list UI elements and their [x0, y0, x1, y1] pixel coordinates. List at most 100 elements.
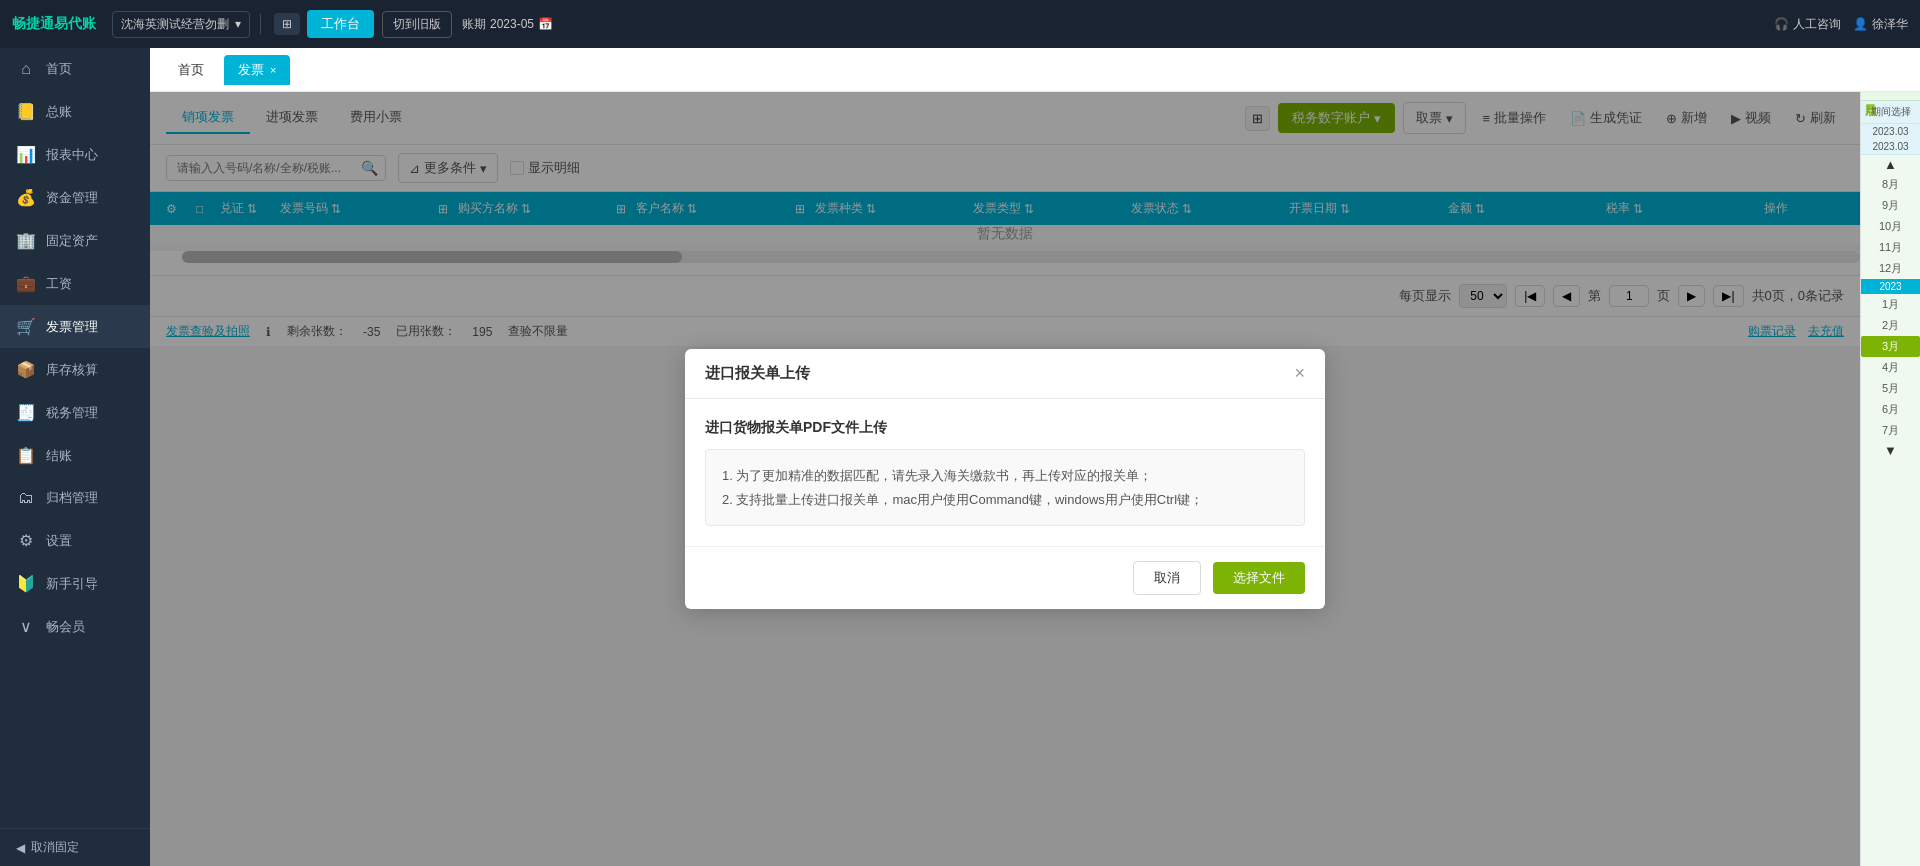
period-2023-03-first[interactable]: 2023.03 — [1861, 124, 1920, 139]
period-scroll-down[interactable]: ▼ — [1861, 441, 1920, 460]
period-7[interactable]: 7月 — [1861, 420, 1920, 441]
sidebar-label-member: 畅会员 — [46, 618, 85, 636]
sidebar-item-invoice[interactable]: 🛒 发票管理 — [0, 305, 150, 348]
settings-icon: ⚙ — [16, 531, 36, 550]
main-content: 销项发票 进项发票 费用小票 ⊞ 税务数字账户 ▾ — [150, 92, 1860, 866]
right-panel: 开启日期 期间选择 2023.03 2023.03 ▲ 8月 9月 10月 11… — [1860, 92, 1920, 866]
sidebar-item-inventory[interactable]: 📦 库存核算 — [0, 348, 150, 391]
sidebar-label-settle: 结账 — [46, 447, 72, 465]
tax-icon: 🧾 — [16, 403, 36, 422]
reports-icon: 📊 — [16, 145, 36, 164]
guide-icon: 🔰 — [16, 574, 36, 593]
period-2[interactable]: 2月 — [1861, 315, 1920, 336]
tab-home[interactable]: 首页 — [166, 53, 216, 87]
company-selector[interactable]: 沈海英测试经营勿删 ▾ — [112, 11, 250, 38]
member-icon: ∨ — [16, 617, 36, 636]
dialog-info-box: 1. 为了更加精准的数据匹配，请先录入海关缴款书，再上传对应的报关单； 2. 支… — [705, 449, 1305, 526]
dialog-body: 进口货物报关单PDF文件上传 1. 为了更加精准的数据匹配，请先录入海关缴款书，… — [685, 399, 1325, 546]
dialog-cancel-button[interactable]: 取消 — [1133, 561, 1201, 595]
period-9[interactable]: 9月 — [1861, 195, 1920, 216]
period-12[interactable]: 12月 — [1861, 258, 1920, 279]
period-label: 账期 — [462, 16, 486, 33]
tab-invoice-label: 发票 — [238, 61, 264, 79]
cancel-fixed-button[interactable]: ◀ 取消固定 — [0, 829, 150, 866]
top-bar: 畅捷通易代账 沈海英测试经营勿删 ▾ ⊞ 工作台 切到旧版 账期 2023-05… — [0, 0, 1920, 48]
period-10[interactable]: 10月 — [1861, 216, 1920, 237]
period-6[interactable]: 6月 — [1861, 399, 1920, 420]
home-icon: ⌂ — [16, 60, 36, 78]
sidebar-item-payroll[interactable]: 💼 工资 — [0, 262, 150, 305]
sidebar-item-tax[interactable]: 🧾 税务管理 — [0, 391, 150, 434]
period-year-2023: 2023 — [1861, 279, 1920, 294]
dialog-info-item-2: 2. 支持批量上传进口报关单，mac用户使用Command键，windows用户… — [722, 488, 1288, 511]
invoice-icon: 🛒 — [16, 317, 36, 336]
sidebar-label-funds: 资金管理 — [46, 189, 98, 207]
sidebar-label-assets: 固定资产 — [46, 232, 98, 250]
sidebar: ⌂ 首页 📒 总账 📊 报表中心 💰 资金管理 🏢 固定资产 💼 工资 — [0, 48, 150, 866]
dialog-title: 进口报关单上传 — [705, 364, 810, 383]
sidebar-item-funds[interactable]: 💰 资金管理 — [0, 176, 150, 219]
page-content: 销项发票 进项发票 费用小票 ⊞ 税务数字账户 ▾ — [150, 92, 1920, 866]
sidebar-item-assets[interactable]: 🏢 固定资产 — [0, 219, 150, 262]
sidebar-label-reports: 报表中心 — [46, 146, 98, 164]
period-5[interactable]: 5月 — [1861, 378, 1920, 399]
dialog-select-file-button[interactable]: 选择文件 — [1213, 562, 1305, 594]
sidebar-label-ledger: 总账 — [46, 103, 72, 121]
inventory-icon: 📦 — [16, 360, 36, 379]
settle-icon: 📋 — [16, 446, 36, 465]
pin-icon: ◀ — [16, 841, 25, 855]
user-name: 徐泽华 — [1872, 16, 1908, 33]
sidebar-item-reports[interactable]: 📊 报表中心 — [0, 133, 150, 176]
sidebar-item-ledger[interactable]: 📒 总账 — [0, 90, 150, 133]
dialog-footer: 取消 选择文件 — [685, 546, 1325, 609]
dialog-info-item-1: 1. 为了更加精准的数据匹配，请先录入海关缴款书，再上传对应的报关单； — [722, 464, 1288, 487]
sidebar-label-invoice: 发票管理 — [46, 318, 98, 336]
sidebar-item-home[interactable]: ⌂ 首页 — [0, 48, 150, 90]
sidebar-item-settle[interactable]: 📋 结账 — [0, 434, 150, 477]
ledger-icon: 📒 — [16, 102, 36, 121]
assets-icon: 🏢 — [16, 231, 36, 250]
period-scroll-up[interactable]: ▲ — [1861, 155, 1920, 174]
calendar-icon[interactable]: 📅 — [538, 17, 553, 31]
sidebar-label-archive: 归档管理 — [46, 489, 98, 507]
sidebar-item-guide[interactable]: 🔰 新手引导 — [0, 562, 150, 605]
separator — [260, 14, 261, 34]
archive-icon: 🗂 — [16, 489, 36, 507]
chevron-down-icon: ▼ — [1884, 443, 1897, 458]
workspace-button[interactable]: 工作台 — [307, 10, 374, 38]
sidebar-label-home: 首页 — [46, 60, 72, 78]
dialog-section-title: 进口货物报关单PDF文件上传 — [705, 419, 1305, 437]
company-name: 沈海英测试经营勿删 — [121, 16, 229, 33]
period-11[interactable]: 11月 — [1861, 237, 1920, 258]
sidebar-label-guide: 新手引导 — [46, 575, 98, 593]
modal-overlay[interactable]: 进口报关单上传 × 进口货物报关单PDF文件上传 1. 为了更加精准的数据匹配，… — [150, 92, 1860, 866]
period-8[interactable]: 8月 — [1861, 174, 1920, 195]
sidebar-item-member[interactable]: ∨ 畅会员 — [0, 605, 150, 648]
service-button[interactable]: 🎧 人工咨询 — [1774, 16, 1841, 33]
sidebar-bottom: ◀ 取消固定 — [0, 828, 150, 866]
tab-bar: 首页 发票 × — [150, 48, 1920, 92]
cancel-fixed-label: 取消固定 — [31, 839, 79, 856]
dialog-header: 进口报关单上传 × — [685, 349, 1325, 399]
sidebar-item-settings[interactable]: ⚙ 设置 — [0, 519, 150, 562]
main-area: ⌂ 首页 📒 总账 📊 报表中心 💰 资金管理 🏢 固定资产 💼 工资 — [0, 48, 1920, 866]
period-1[interactable]: 1月 — [1861, 294, 1920, 315]
open-account-badge[interactable]: 开启日期 — [1861, 92, 1920, 101]
archive-icon-btn[interactable]: ⊞ — [274, 13, 300, 35]
sidebar-item-archive[interactable]: 🗂 归档管理 — [0, 477, 150, 519]
chevron-down-icon: ▾ — [235, 17, 241, 31]
switch-version-button[interactable]: 切到旧版 — [382, 11, 452, 38]
app-container: 畅捷通易代账 沈海英测试经营勿删 ▾ ⊞ 工作台 切到旧版 账期 2023-05… — [0, 0, 1920, 866]
period-4[interactable]: 4月 — [1861, 357, 1920, 378]
user-menu[interactable]: 👤 徐泽华 — [1853, 16, 1908, 33]
dialog-close-button[interactable]: × — [1294, 363, 1305, 384]
top-bar-right: 🎧 人工咨询 👤 徐泽华 — [1774, 16, 1908, 33]
period-3-active[interactable]: 3月 — [1861, 336, 1920, 357]
period-2023-03-second[interactable]: 2023.03 — [1861, 139, 1920, 155]
user-avatar-icon: 👤 — [1853, 17, 1868, 31]
app-logo: 畅捷通易代账 — [12, 15, 96, 33]
tab-close-icon[interactable]: × — [270, 64, 276, 76]
content-area: 首页 发票 × 销项发票 进项发票 费用小票 — [150, 48, 1920, 866]
tab-invoice[interactable]: 发票 × — [224, 55, 290, 85]
chevron-up-icon: ▲ — [1884, 157, 1897, 172]
